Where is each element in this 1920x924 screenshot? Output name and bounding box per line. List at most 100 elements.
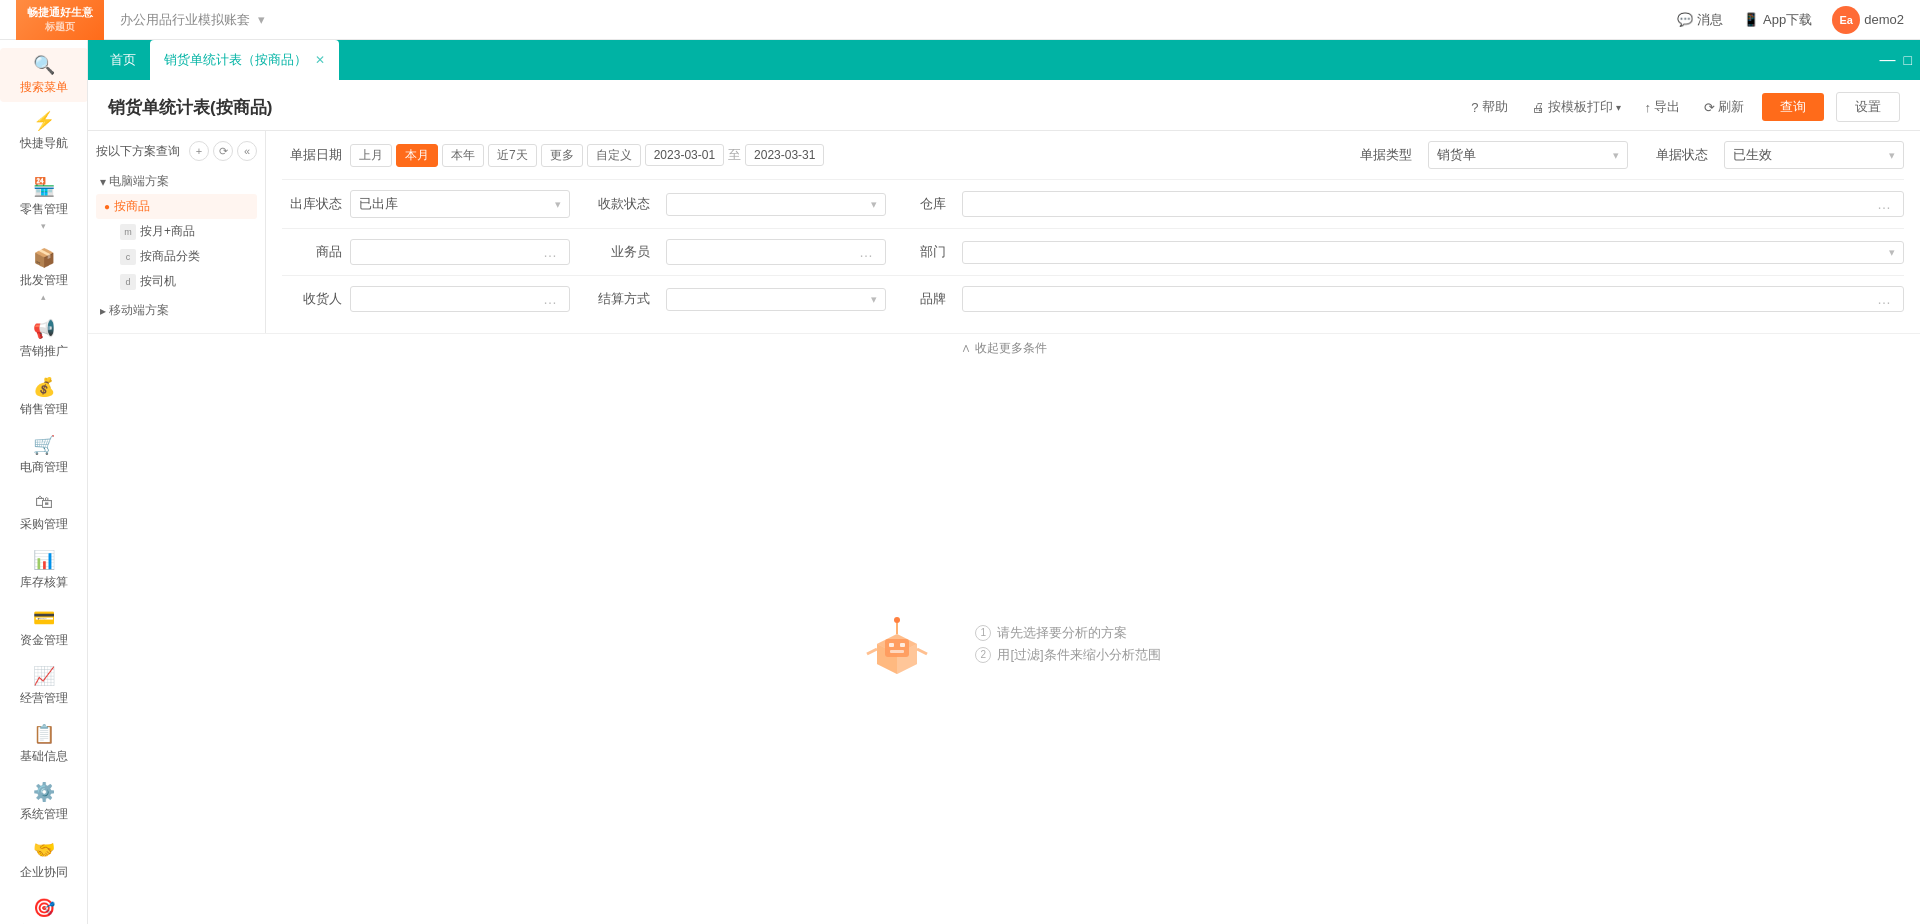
finance-label: 资金管理 [20,632,68,649]
sidebar-item-newguide[interactable]: 🎯 新手引导 [0,889,88,924]
scheme-group-mobile[interactable]: ▸ 移动端方案 [96,298,257,323]
sidebar-item-ecommerce[interactable]: 🛒 电商管理 [0,426,88,484]
date-btn-this-year[interactable]: 本年 [442,144,484,167]
empty-number-1: 1 [975,625,991,641]
goods-more-dots[interactable]: … [539,244,561,260]
sidebar-item-basic[interactable]: 📋 基础信息 [0,715,88,773]
collect-status-label: 收款状态 [578,195,658,213]
sidebar-item-system[interactable]: ⚙️ 系统管理 [0,773,88,831]
sidebar-item-marketing[interactable]: 📢 营销推广 [0,310,88,368]
export-btn[interactable]: ↑ 导出 [1639,95,1687,119]
department-select[interactable]: ▾ [962,241,1904,264]
help-btn[interactable]: ? 帮助 [1465,95,1513,119]
collect-status-select[interactable]: ▾ [666,193,886,216]
sidebar-item-quicknav[interactable]: ⚡ 快捷导航 [0,102,88,160]
doc-type-select[interactable]: 销货单 ▾ [1428,141,1628,169]
app-download-btn[interactable]: 📱 App下载 [1743,11,1812,29]
operations-label: 经营管理 [20,690,68,707]
window-minimize-btn[interactable]: — [1880,51,1896,69]
tab-sales-stat-label: 销货单统计表（按商品） [164,51,307,69]
collapse-bar[interactable]: ∧ 收起更多条件 [88,333,1920,363]
sidebar-item-wholesale[interactable]: 📦 批发管理 ▴ [0,239,88,310]
quicknav-icon: ⚡ [33,110,55,132]
scheme-item-by-month-product[interactable]: m 按月+商品 [96,219,257,244]
print-icon: 🖨 [1532,100,1545,115]
brand-input[interactable]: … [962,286,1904,312]
brand-more-dots[interactable]: … [1873,291,1895,307]
department-chevron: ▾ [1889,246,1895,259]
template-print-arrow[interactable]: ▾ [1616,102,1621,113]
empty-number-2: 2 [975,647,991,663]
sidebar-item-inventory[interactable]: 📊 库存核算 [0,541,88,599]
message-btn[interactable]: 💬 消息 [1677,11,1723,29]
query-btn[interactable]: 查询 [1762,93,1824,121]
sidebar-item-operations[interactable]: 📈 经营管理 [0,657,88,715]
sidebar-item-purchase[interactable]: 🛍 采购管理 [0,484,88,541]
user-menu-btn[interactable]: Ea demo2 [1832,6,1904,34]
empty-texts: 1 请先选择要分析的方案 2 用[过滤]条件来缩小分析范围 [975,622,1160,666]
empty-hint-2-text: 用[过滤]条件来缩小分析范围 [997,646,1160,664]
tab-sales-stat[interactable]: 销货单统计表（按商品） ✕ [150,40,339,80]
sidebar-item-search[interactable]: 🔍 搜索菜单 [0,48,88,102]
scheme-collapse-icon[interactable]: « [237,141,257,161]
date-btn-last-7-days[interactable]: 近7天 [488,144,537,167]
template-print-btn[interactable]: 🖨 按模板打印 ▾ [1526,95,1627,119]
purchase-icon: 🛍 [35,492,53,513]
tab-home[interactable]: 首页 [96,40,150,80]
tab-close-icon[interactable]: ✕ [315,53,325,67]
export-label: 导出 [1654,98,1680,116]
scheme-panel: 按以下方案查询 + ⟳ « ▾ 电脑端方案 ● [88,131,266,333]
salesperson-input[interactable]: … [666,239,886,265]
scheme-add-icon[interactable]: + [189,141,209,161]
sales-label: 销售管理 [20,401,68,418]
date-range-start[interactable]: 2023-03-01 [645,144,724,166]
nav-tabs: 首页 销货单统计表（按商品） ✕ — □ [88,40,1920,80]
receiver-more-dots[interactable]: … [539,291,561,307]
wholesale-icon: 📦 [33,247,55,269]
date-btn-last-month[interactable]: 上月 [350,144,392,167]
sidebar-item-sales[interactable]: 💰 销售管理 [0,368,88,426]
date-btn-custom[interactable]: 自定义 [587,144,641,167]
date-range-end[interactable]: 2023-03-31 [745,144,824,166]
message-label: 消息 [1697,11,1723,29]
doc-status-select[interactable]: 已生效 ▾ [1724,141,1904,169]
settlement-select[interactable]: ▾ [666,288,886,311]
dropdown-arrow[interactable]: ▾ [258,12,265,27]
scheme-item-by-category[interactable]: c 按商品分类 [96,244,257,269]
refresh-btn[interactable]: ⟳ 刷新 [1698,95,1750,119]
scheme-item-by-product[interactable]: ● 按商品 [96,194,257,219]
main-layout: 🔍 搜索菜单 ⚡ 快捷导航 🏪 零售管理 ▾ 📦 批发管理 ▴ 📢 营销推广 💰 [0,40,1920,924]
department-label: 部门 [894,243,954,261]
avatar: Ea [1832,6,1860,34]
salesperson-more-dots[interactable]: … [855,244,877,260]
app-download-icon: 📱 [1743,12,1759,27]
scheme-panel-icons: + ⟳ « [189,141,257,161]
goods-input[interactable]: … [350,239,570,265]
date-btn-more[interactable]: 更多 [541,144,583,167]
warehouse-input[interactable]: … [962,191,1904,217]
window-maximize-btn[interactable]: □ [1904,52,1912,68]
retail-arrow: ▾ [41,221,46,231]
dropdown-label[interactable]: 办公用品行业模拟账套 [120,11,250,29]
brand-label: 品牌 [894,290,954,308]
filter-row-outstatus: 出库状态 已出库 ▾ 收款状态 ▾ 仓库 … [282,190,1904,218]
scheme-refresh-icon[interactable]: ⟳ [213,141,233,161]
empty-hint-1: 1 请先选择要分析的方案 [975,622,1160,644]
settings-btn[interactable]: 设置 [1836,92,1900,122]
sidebar-item-finance[interactable]: 💳 资金管理 [0,599,88,657]
sidebar-item-enterprise[interactable]: 🤝 企业协同 [0,831,88,889]
retail-icon: 🏪 [33,176,55,198]
refresh-label: 刷新 [1718,98,1744,116]
inventory-label: 库存核算 [20,574,68,591]
retail-label: 零售管理 [20,201,68,218]
out-status-select[interactable]: 已出库 ▾ [350,190,570,218]
template-print-label: 按模板打印 [1548,98,1613,116]
scheme-group-desktop[interactable]: ▾ 电脑端方案 [96,169,257,194]
sidebar-item-retail[interactable]: 🏪 零售管理 ▾ [0,168,88,239]
enterprise-icon: 🤝 [33,839,55,861]
enterprise-label: 企业协同 [20,864,68,881]
scheme-item-by-cashier[interactable]: d 按司机 [96,269,257,294]
receiver-input[interactable]: … [350,286,570,312]
date-btn-this-month[interactable]: 本月 [396,144,438,167]
warehouse-more-dots[interactable]: … [1873,196,1895,212]
